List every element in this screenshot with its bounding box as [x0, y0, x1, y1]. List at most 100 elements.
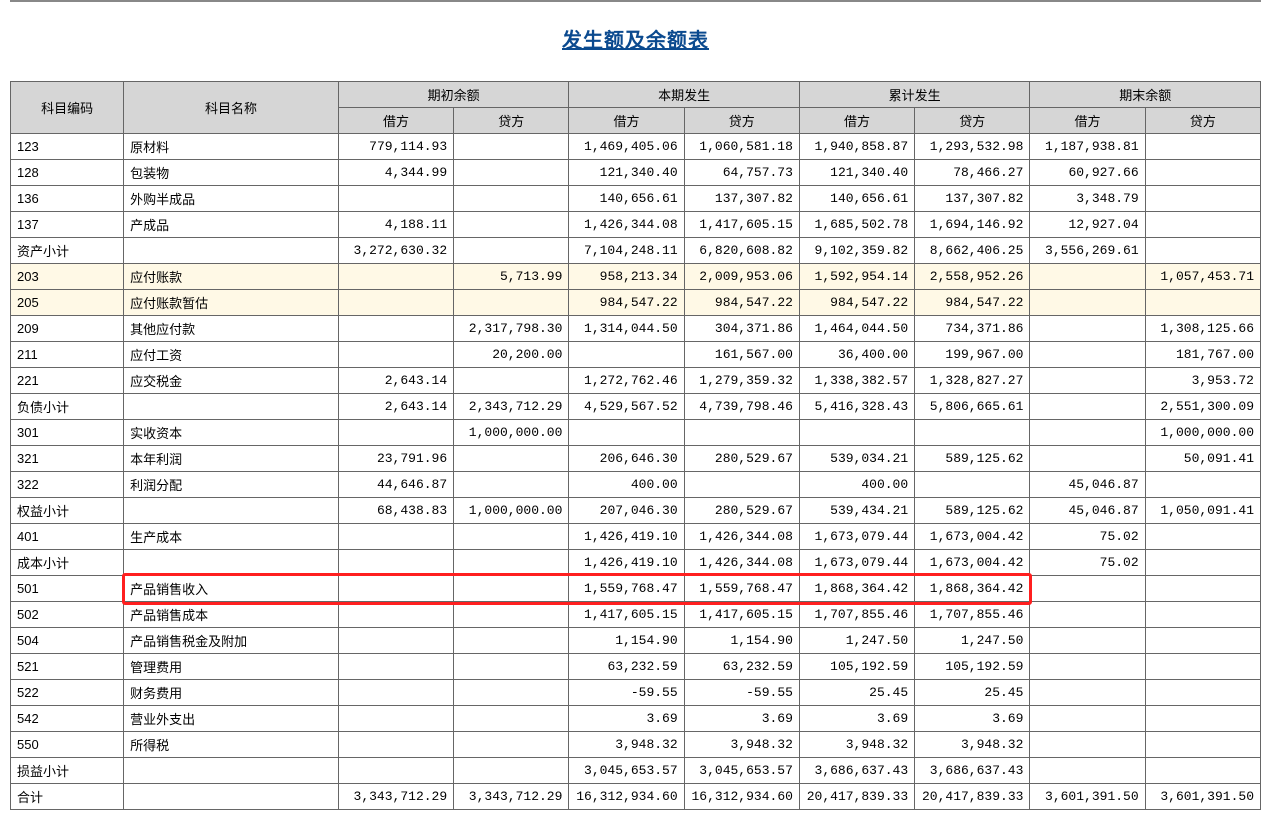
- cell-value: [338, 602, 453, 628]
- cell-value: [454, 186, 569, 212]
- cell-value: [338, 550, 453, 576]
- cell-value: 5,806,665.61: [915, 394, 1030, 420]
- cell-value: 1,308,125.66: [1145, 316, 1260, 342]
- cell-value: [1145, 732, 1260, 758]
- cell-value: 50,091.41: [1145, 446, 1260, 472]
- table-row: 521管理费用63,232.5963,232.59105,192.59105,1…: [11, 654, 1261, 680]
- table-row: 权益小计68,438.831,000,000.00207,046.30280,5…: [11, 498, 1261, 524]
- cell-value: [338, 654, 453, 680]
- cell-name: 应付账款暂估: [124, 290, 339, 316]
- cell-name: 产品销售税金及附加: [124, 628, 339, 654]
- cell-value: 3,343,712.29: [338, 784, 453, 810]
- cell-value: 137,307.82: [915, 186, 1030, 212]
- cell-code: 221: [11, 368, 124, 394]
- cell-value: 5,713.99: [454, 264, 569, 290]
- cell-name: 本年利润: [124, 446, 339, 472]
- cell-value: 3.69: [799, 706, 914, 732]
- cell-value: [1030, 290, 1145, 316]
- table-head: 科目编码 科目名称 期初余额 本期发生 累计发生 期末余额 借方 贷方 借方 贷…: [11, 82, 1261, 134]
- cell-name: 管理费用: [124, 654, 339, 680]
- cell-value: 4,529,567.52: [569, 394, 684, 420]
- table-row: 401生产成本1,426,419.101,426,344.081,673,079…: [11, 524, 1261, 550]
- cell-name: 生产成本: [124, 524, 339, 550]
- cell-value: 1,154.90: [684, 628, 799, 654]
- table-row: 502产品销售成本1,417,605.151,417,605.151,707,8…: [11, 602, 1261, 628]
- cell-value: 3,272,630.32: [338, 238, 453, 264]
- cell-value: 3.69: [569, 706, 684, 732]
- cell-code: 权益小计: [11, 498, 124, 524]
- table-wrap: 科目编码 科目名称 期初余额 本期发生 累计发生 期末余额 借方 贷方 借方 贷…: [10, 81, 1261, 810]
- cell-name: 产成品: [124, 212, 339, 238]
- cell-value: 121,340.40: [799, 160, 914, 186]
- cell-value: 984,547.22: [915, 290, 1030, 316]
- cell-value: 1,685,502.78: [799, 212, 914, 238]
- cell-value: [1030, 576, 1145, 602]
- cell-name: 包装物: [124, 160, 339, 186]
- sub-debit: 借方: [1030, 108, 1145, 134]
- cell-value: [338, 680, 453, 706]
- cell-value: 3,948.32: [684, 732, 799, 758]
- cell-value: 1,417,605.15: [684, 602, 799, 628]
- cell-value: [338, 706, 453, 732]
- table-row: 211应付工资20,200.00161,567.0036,400.00199,9…: [11, 342, 1261, 368]
- cell-value: [454, 680, 569, 706]
- cell-value: 1,293,532.98: [915, 134, 1030, 160]
- cell-value: [569, 342, 684, 368]
- cell-value: [1145, 576, 1260, 602]
- cell-code: 209: [11, 316, 124, 342]
- cell-value: 539,034.21: [799, 446, 914, 472]
- cell-value: [454, 628, 569, 654]
- cell-value: 199,967.00: [915, 342, 1030, 368]
- cell-value: 1,154.90: [569, 628, 684, 654]
- title-link[interactable]: 发生额及余额表: [562, 30, 709, 52]
- table-row: 128包装物4,344.99121,340.4064,757.73121,340…: [11, 160, 1261, 186]
- table-row: 221应交税金2,643.141,272,762.461,279,359.321…: [11, 368, 1261, 394]
- table-row: 504产品销售税金及附加1,154.901,154.901,247.501,24…: [11, 628, 1261, 654]
- cell-value: 2,317,798.30: [454, 316, 569, 342]
- cell-value: 1,673,004.42: [915, 524, 1030, 550]
- cell-name: [124, 238, 339, 264]
- cell-value: 1,247.50: [915, 628, 1030, 654]
- grp-opening: 期初余额: [338, 82, 569, 108]
- cell-name: [124, 758, 339, 784]
- cell-value: 3.69: [915, 706, 1030, 732]
- sub-credit: 贷方: [684, 108, 799, 134]
- cell-value: 1,000,000.00: [454, 420, 569, 446]
- cell-value: 400.00: [569, 472, 684, 498]
- cell-value: 3,948.32: [915, 732, 1030, 758]
- cell-value: [1030, 368, 1145, 394]
- cell-value: [684, 472, 799, 498]
- cell-value: 1,426,419.10: [569, 524, 684, 550]
- cell-value: 45,046.87: [1030, 498, 1145, 524]
- cell-value: 1,272,762.46: [569, 368, 684, 394]
- cell-value: 45,046.87: [1030, 472, 1145, 498]
- cell-value: 161,567.00: [684, 342, 799, 368]
- cell-code: 550: [11, 732, 124, 758]
- cell-value: 23,791.96: [338, 446, 453, 472]
- cell-value: 16,312,934.60: [684, 784, 799, 810]
- cell-value: 1,559,768.47: [684, 576, 799, 602]
- cell-value: [454, 550, 569, 576]
- cell-name: 原材料: [124, 134, 339, 160]
- cell-code: 542: [11, 706, 124, 732]
- cell-value: 539,434.21: [799, 498, 914, 524]
- cell-code: 合计: [11, 784, 124, 810]
- table-row: 136外购半成品140,656.61137,307.82140,656.6113…: [11, 186, 1261, 212]
- cell-name: [124, 498, 339, 524]
- cell-value: 1,707,855.46: [799, 602, 914, 628]
- cell-value: 75.02: [1030, 550, 1145, 576]
- cell-value: 181,767.00: [1145, 342, 1260, 368]
- cell-value: [454, 212, 569, 238]
- cell-value: [338, 186, 453, 212]
- cell-value: [454, 290, 569, 316]
- cell-value: 1,426,419.10: [569, 550, 684, 576]
- cell-value: [338, 758, 453, 784]
- cell-value: [454, 238, 569, 264]
- cell-code: 负债小计: [11, 394, 124, 420]
- cell-name: 应交税金: [124, 368, 339, 394]
- table-row: 522财务费用-59.55-59.5525.4525.45: [11, 680, 1261, 706]
- cell-value: 7,104,248.11: [569, 238, 684, 264]
- cell-value: [338, 290, 453, 316]
- cell-value: 1,469,405.06: [569, 134, 684, 160]
- cell-value: 3,348.79: [1030, 186, 1145, 212]
